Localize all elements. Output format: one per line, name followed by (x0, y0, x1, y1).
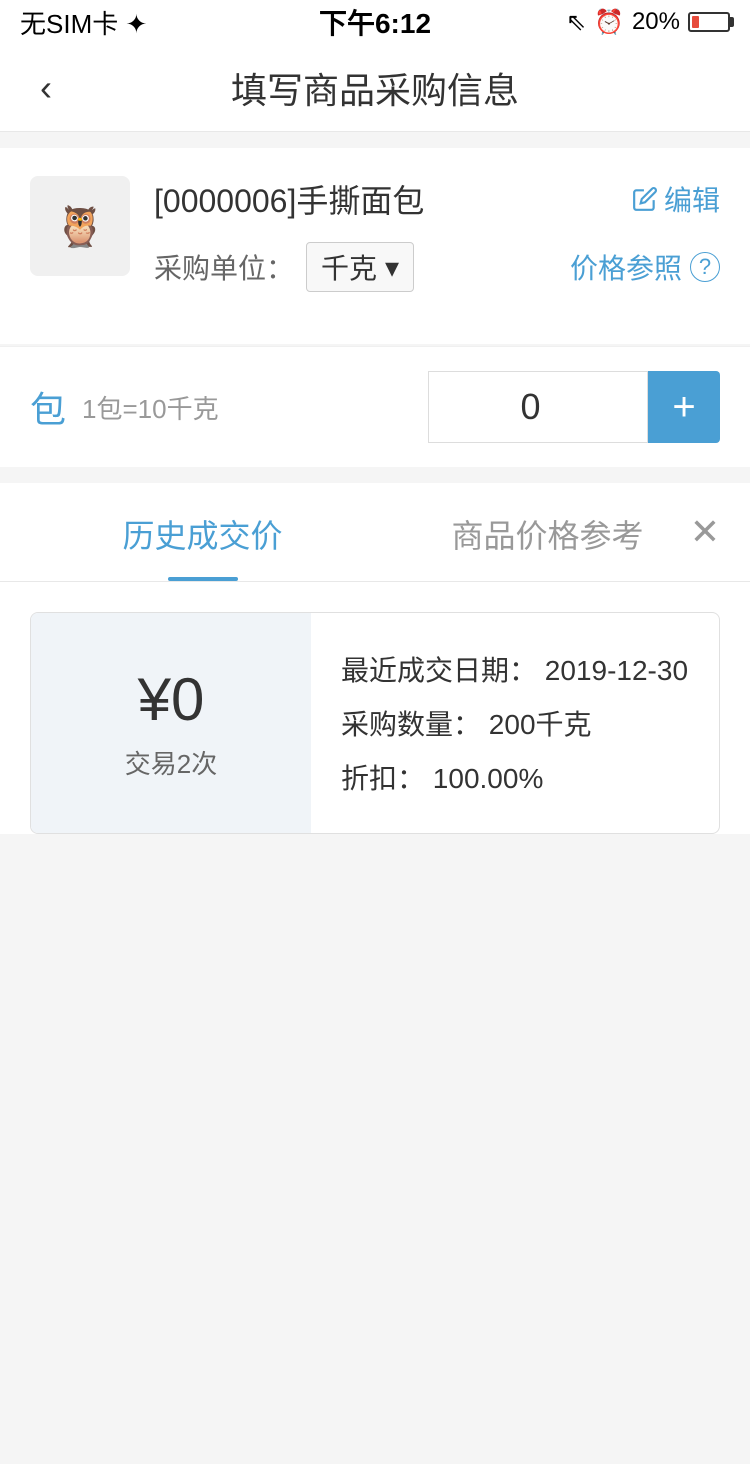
product-info: [0000006]手撕面包 编辑 采购单位： 千克 ▾ (154, 176, 720, 292)
status-right: ⇖ ⏰ 20% (566, 8, 730, 37)
tab-history-price[interactable]: 历史成交价 (30, 483, 375, 581)
edit-button[interactable]: 编辑 (632, 179, 720, 219)
recent-date-row: 最近成交日期： 2019-12-30 (341, 649, 689, 689)
carrier-text: 无SIM卡 ✦ (20, 4, 147, 41)
price-amount: ¥0 (138, 665, 205, 734)
quantity-control: + (428, 371, 720, 443)
unit-select[interactable]: 千克 ▾ (306, 242, 414, 292)
tabs-panel: 历史成交价 商品价格参考 ✕ ¥0 交易2次 最近成交日期： 2019-12-3… (0, 483, 750, 834)
unit-left: 采购单位： 千克 ▾ (154, 242, 414, 292)
discount-row: 折扣： 100.00% (341, 757, 689, 797)
product-thumbnail: 🦉 (30, 176, 130, 276)
alarm-icon: ⏰ (594, 8, 624, 37)
quantity-label: 包 1包=10千克 (30, 381, 219, 433)
conversion-label: 1包=10千克 (82, 389, 219, 426)
tab-product-price-ref[interactable]: 商品价格参考 (375, 483, 720, 581)
location-icon: ⇖ (566, 8, 586, 37)
unit-badge: 包 (30, 381, 66, 433)
quantity-section: 包 1包=10千克 + (0, 346, 750, 467)
purchase-qty-label: 采购数量： (341, 709, 481, 740)
nav-bar: ‹ 填写商品采购信息 (0, 44, 750, 132)
product-unit-row: 采购单位： 千克 ▾ 价格参照 ? (154, 242, 720, 292)
chevron-down-icon: ▾ (385, 251, 399, 284)
transaction-count: 交易2次 (125, 744, 217, 781)
discount-label: 折扣： (341, 763, 425, 794)
product-logo-icon: 🦉 (55, 203, 105, 250)
page-title: 填写商品采购信息 (231, 62, 519, 114)
tabs-header: 历史成交价 商品价格参考 ✕ (0, 483, 750, 582)
quantity-plus-button[interactable]: + (648, 371, 720, 443)
status-left: 无SIM卡 ✦ (20, 4, 147, 41)
product-card: 🦉 [0000006]手撕面包 编辑 采购单位： (0, 148, 750, 344)
back-button[interactable]: ‹ (30, 57, 62, 119)
purchase-qty-value: 200千克 (489, 709, 592, 740)
purchase-unit-label: 采购单位： (154, 247, 294, 287)
product-name-row: [0000006]手撕面包 编辑 (154, 176, 720, 222)
status-time: 下午6:12 (319, 2, 431, 42)
price-card-left: ¥0 交易2次 (31, 613, 311, 833)
product-header: 🦉 [0000006]手撕面包 编辑 采购单位： (30, 176, 720, 292)
price-card-right: 最近成交日期： 2019-12-30 采购数量： 200千克 折扣： 100.0… (311, 613, 719, 833)
question-icon: ? (690, 252, 720, 282)
price-ref-button[interactable]: 价格参照 ? (570, 247, 720, 287)
status-bar: 无SIM卡 ✦ 下午6:12 ⇖ ⏰ 20% (0, 0, 750, 44)
battery-icon (688, 12, 730, 32)
quantity-input[interactable] (428, 371, 648, 443)
discount-value: 100.00% (433, 763, 544, 794)
battery-percent: 20% (632, 8, 680, 36)
tab-close-button[interactable]: ✕ (680, 501, 730, 563)
recent-date-value: 2019-12-30 (545, 655, 688, 686)
content-area (0, 864, 750, 1464)
recent-date-label: 最近成交日期： (341, 655, 537, 686)
purchase-qty-row: 采购数量： 200千克 (341, 703, 689, 743)
product-name: [0000006]手撕面包 (154, 176, 424, 222)
price-card: ¥0 交易2次 最近成交日期： 2019-12-30 采购数量： 200千克 折… (30, 612, 720, 834)
